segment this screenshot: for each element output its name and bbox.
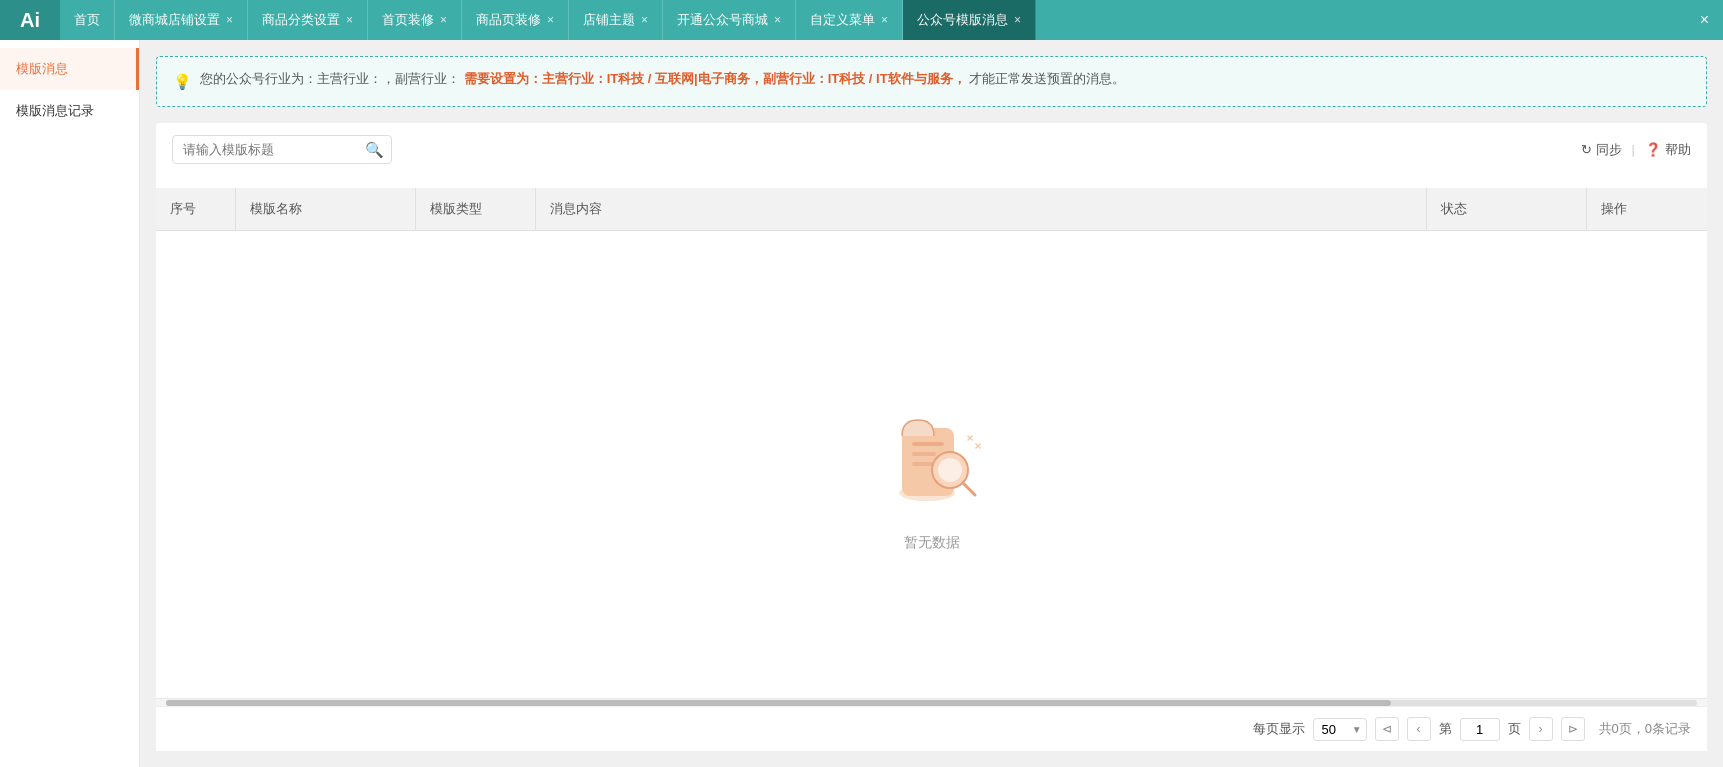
empty-state: 暂无数据 (156, 231, 1707, 698)
page-size-select[interactable]: 10 20 50 100 (1313, 718, 1367, 741)
last-page-button[interactable]: ⊳ (1561, 717, 1585, 741)
th-index: 序号 (156, 188, 236, 230)
page-number-input[interactable] (1460, 718, 1500, 741)
nav-tab-category-close[interactable]: × (346, 13, 353, 27)
nav-tabs: 首页 微商城店铺设置 × 商品分类设置 × 首页装修 × 商品页装修 × 店铺主… (60, 0, 1686, 40)
sync-button[interactable]: ↻ 同步 (1581, 141, 1622, 159)
notice-icon: 💡 (173, 70, 192, 94)
sidebar-item-template-msg[interactable]: 模版消息 (0, 48, 139, 90)
nav-tab-home-deco-label: 首页装修 (382, 11, 434, 29)
toolbar-divider: | (1632, 142, 1635, 157)
nav-tab-shop-settings-label: 微商城店铺设置 (129, 11, 220, 29)
nav-tab-product-deco-label: 商品页装修 (476, 11, 541, 29)
page-label-suffix: 页 (1508, 720, 1521, 738)
table-header: 序号 模版名称 模版类型 消息内容 状态 操作 (156, 188, 1707, 231)
nav-tab-template-msg-label: 公众号模版消息 (917, 11, 1008, 29)
nav-tab-open-mall-close[interactable]: × (774, 13, 781, 27)
nav-tab-home-deco-close[interactable]: × (440, 13, 447, 27)
content-area: 💡 您的公众号行业为：主营行业：，副营行业： 需要设置为：主营行业：IT科技 /… (140, 40, 1723, 767)
nav-tab-product-deco-close[interactable]: × (547, 13, 554, 27)
search-button[interactable]: 🔍 (365, 141, 384, 159)
first-page-button[interactable]: ⊲ (1375, 717, 1399, 741)
sidebar: 模版消息 模版消息记录 (0, 40, 140, 767)
search-bar: 🔍 ↻ 同步 | ❓ 帮助 (156, 123, 1707, 176)
top-nav: Ai 首页 微商城店铺设置 × 商品分类设置 × 首页装修 × 商品页装修 × … (0, 0, 1723, 40)
horizontal-scrollbar[interactable] (156, 698, 1707, 706)
nav-tab-shop-settings[interactable]: 微商城店铺设置 × (115, 0, 248, 40)
notice-text: 您的公众号行业为：主营行业：，副营行业： 需要设置为：主营行业：IT科技 / 互… (200, 69, 1125, 90)
nav-tab-home[interactable]: 首页 (60, 0, 115, 40)
nav-tab-home-label: 首页 (74, 11, 100, 29)
svg-line-7 (963, 483, 975, 495)
th-action: 操作 (1587, 188, 1707, 230)
pagination: 每页显示 10 20 50 100 ▼ ⊲ ‹ 第 页 › ⊳ 共0页，0 (156, 706, 1707, 751)
nav-tab-category[interactable]: 商品分类设置 × (248, 0, 368, 40)
empty-illustration (872, 398, 992, 518)
next-page-button[interactable]: › (1529, 717, 1553, 741)
notice-highlight: 需要设置为：主营行业：IT科技 / 互联网|电子商务，副营行业：IT科技 / I… (464, 71, 966, 86)
total-info: 共0页，0条记录 (1599, 720, 1691, 738)
nav-tab-home-deco[interactable]: 首页装修 × (368, 0, 462, 40)
help-label: 帮助 (1665, 141, 1691, 159)
help-button[interactable]: ❓ 帮助 (1645, 141, 1691, 159)
nav-tab-custom-menu[interactable]: 自定义菜单 × (796, 0, 903, 40)
empty-text: 暂无数据 (904, 534, 960, 552)
th-name: 模版名称 (236, 188, 416, 230)
nav-tab-product-deco[interactable]: 商品页装修 × (462, 0, 569, 40)
table-container: 🔍 ↻ 同步 | ❓ 帮助 序号 (156, 123, 1707, 751)
nav-tab-open-mall-label: 开通公众号商城 (677, 11, 768, 29)
close-all-button[interactable]: × (1686, 0, 1723, 40)
svg-rect-3 (912, 452, 936, 456)
nav-tab-shop-settings-close[interactable]: × (226, 13, 233, 27)
sync-icon: ↻ (1581, 142, 1592, 157)
page-label-prefix: 第 (1439, 720, 1452, 738)
scrollbar-track[interactable] (166, 700, 1697, 706)
search-input-wrap: 🔍 (172, 135, 392, 164)
toolbar-right: ↻ 同步 | ❓ 帮助 (1581, 141, 1691, 159)
svg-rect-2 (912, 442, 944, 446)
sidebar-item-template-log-label: 模版消息记录 (16, 103, 94, 118)
main-layout: 模版消息 模版消息记录 💡 您的公众号行业为：主营行业：，副营行业： 需要设置为… (0, 40, 1723, 767)
page-size-select-wrap: 10 20 50 100 ▼ (1313, 718, 1367, 741)
th-content: 消息内容 (536, 188, 1427, 230)
sync-label: 同步 (1596, 141, 1622, 159)
app-logo: Ai (0, 0, 60, 40)
sidebar-item-template-msg-label: 模版消息 (16, 61, 68, 76)
nav-tab-category-label: 商品分类设置 (262, 11, 340, 29)
nav-tab-shop-theme-close[interactable]: × (641, 13, 648, 27)
notice-box: 💡 您的公众号行业为：主营行业：，副营行业： 需要设置为：主营行业：IT科技 /… (156, 56, 1707, 107)
th-type: 模版类型 (416, 188, 536, 230)
nav-tab-template-msg[interactable]: 公众号模版消息 × (903, 0, 1036, 40)
search-input[interactable] (172, 135, 392, 164)
nav-tab-open-mall[interactable]: 开通公众号商城 × (663, 0, 796, 40)
nav-tab-shop-theme[interactable]: 店铺主题 × (569, 0, 663, 40)
nav-tab-custom-menu-label: 自定义菜单 (810, 11, 875, 29)
page-size-label: 每页显示 (1253, 720, 1305, 738)
nav-tab-custom-menu-close[interactable]: × (881, 13, 888, 27)
nav-tab-shop-theme-label: 店铺主题 (583, 11, 635, 29)
scrollbar-thumb[interactable] (166, 700, 1391, 706)
help-icon: ❓ (1645, 142, 1661, 157)
prev-page-button[interactable]: ‹ (1407, 717, 1431, 741)
nav-tab-template-msg-close[interactable]: × (1014, 13, 1021, 27)
svg-point-6 (938, 458, 962, 482)
th-status: 状态 (1427, 188, 1587, 230)
sidebar-item-template-log[interactable]: 模版消息记录 (0, 90, 139, 132)
